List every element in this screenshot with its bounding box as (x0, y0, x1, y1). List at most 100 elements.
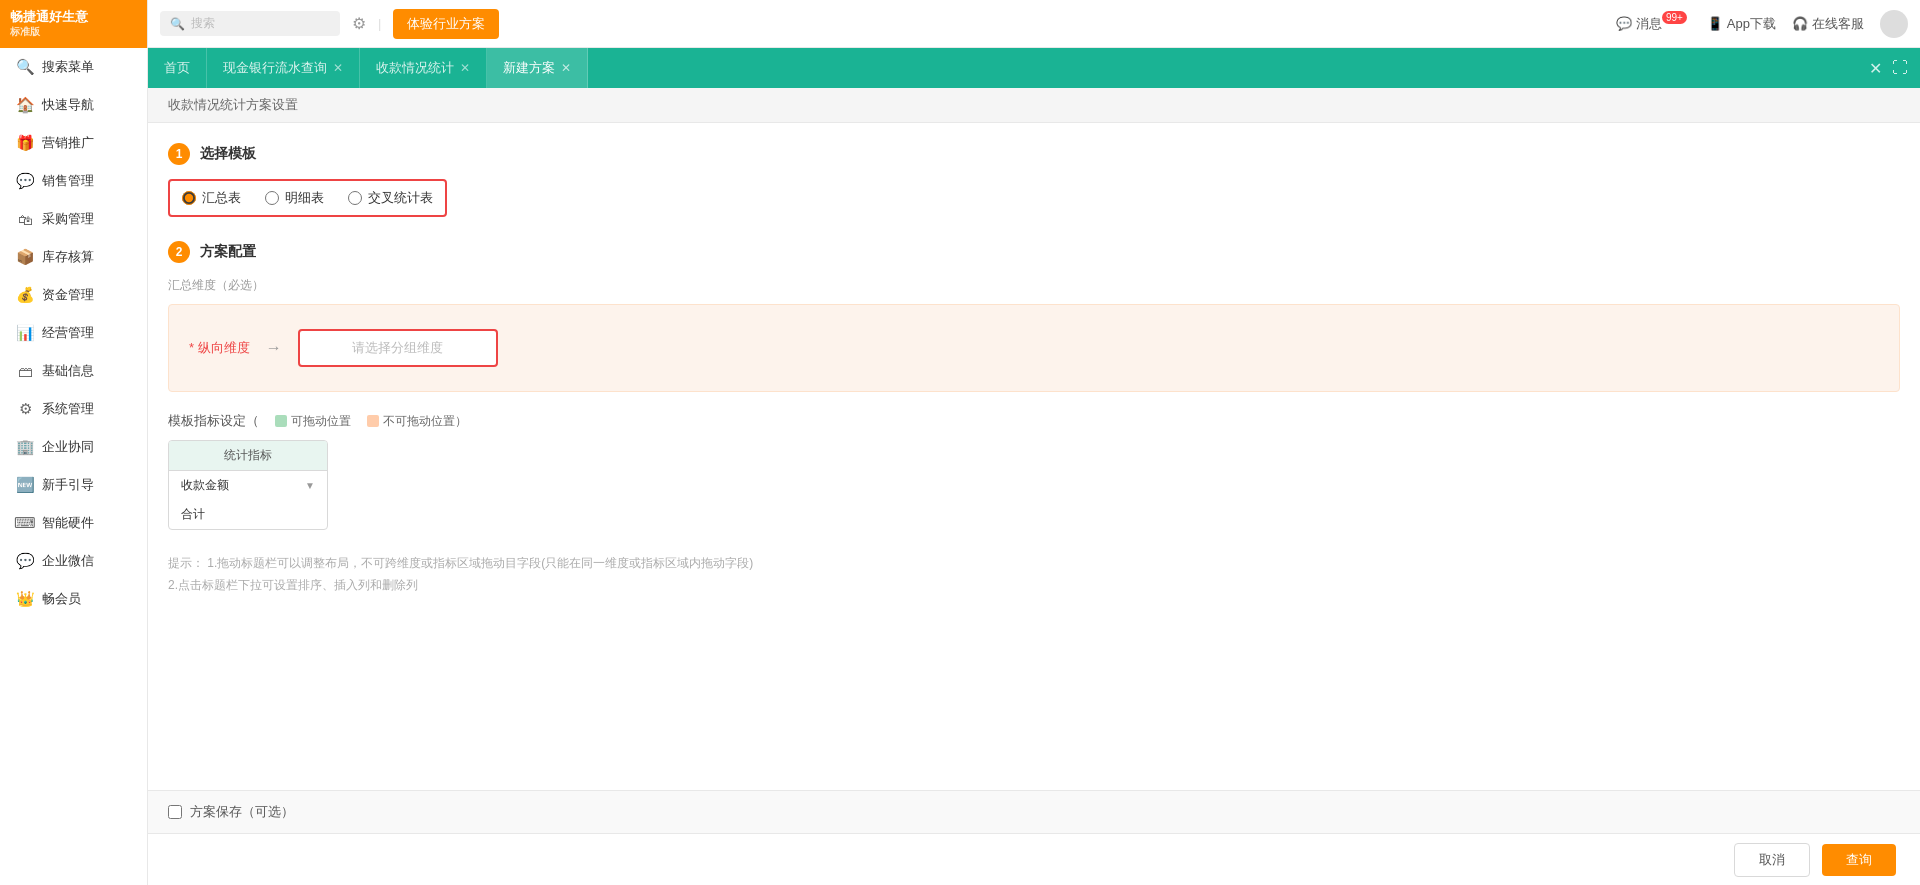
sidebar-item-hardware[interactable]: ⌨ 智能硬件 (0, 504, 147, 542)
dropdown-arrow-0[interactable]: ▼ (305, 480, 315, 491)
sidebar-item-enterprise[interactable]: 🏢 企业协同 (0, 428, 147, 466)
sidebar-item-sales[interactable]: 💬 销售管理 (0, 162, 147, 200)
dimension-placeholder[interactable]: 请选择分组维度 (298, 329, 498, 367)
settings-icon[interactable]: ⚙ (352, 14, 366, 33)
sidebar-item-guide[interactable]: 🆕 新手引导 (0, 466, 147, 504)
service-item[interactable]: 🎧 在线客服 (1792, 15, 1864, 33)
member-icon: 👑 (16, 590, 34, 608)
indicator-row-0[interactable]: 收款金额 ▼ (169, 471, 327, 500)
option-detail[interactable]: 明细表 (265, 189, 324, 207)
row-label: 纵向维度 (189, 339, 250, 357)
user-avatar[interactable] (1880, 10, 1908, 38)
marketing-icon: 🎁 (16, 134, 34, 152)
query-button[interactable]: 查询 (1822, 844, 1896, 876)
drag-dot (275, 415, 287, 427)
indicator-header: 模板指标设定（ 可拖动位置 不可拖动位置） (168, 412, 1900, 430)
message-label: 消息 (1636, 15, 1662, 33)
option-cross[interactable]: 交叉统计表 (348, 189, 433, 207)
main-area: 🔍 搜索 ⚙ | 体验行业方案 💬 消息 99+ 📱 App下载 🎧 在线客服 (148, 0, 1920, 885)
sidebar-item-label: 库存核算 (42, 248, 94, 266)
arrow-icon: → (266, 339, 282, 357)
sidebar-item-inventory[interactable]: 📦 库存核算 (0, 238, 147, 276)
logo-sub-text: 标准版 (10, 25, 88, 39)
maximize-icon[interactable]: ⛶ (1892, 59, 1908, 77)
indicator-row-1: 合计 (169, 500, 327, 529)
tabs-right-controls: ✕ ⛶ (1857, 48, 1920, 88)
sidebar-item-member[interactable]: 👑 畅会员 (0, 580, 147, 618)
step1-number: 1 (168, 143, 190, 165)
service-label: 在线客服 (1812, 15, 1864, 33)
sidebar-logo: 畅捷通好生意 标准版 (0, 0, 147, 48)
cancel-button[interactable]: 取消 (1734, 843, 1810, 877)
message-icon: 💬 (1616, 16, 1632, 31)
step2-title: 方案配置 (200, 243, 256, 261)
sidebar-item-label: 销售管理 (42, 172, 94, 190)
tips-section: 提示： 1.拖动标题栏可以调整布局，不可跨维度或指标区域拖动目字段(只能在同一维… (168, 553, 1900, 596)
tab-bank-flow[interactable]: 现金银行流水查询 ✕ (207, 48, 360, 88)
new-plan-tab-close[interactable]: ✕ (561, 61, 571, 75)
sidebar-item-search-menu[interactable]: 🔍 搜索菜单 (0, 48, 147, 86)
save-label[interactable]: 方案保存（可选） (190, 803, 294, 821)
tip-2: 2.点击标题栏下拉可设置排序、插入列和删除列 (168, 575, 1900, 597)
topbar-divider: | (378, 16, 381, 31)
sidebar-item-marketing[interactable]: 🎁 营销推广 (0, 124, 147, 162)
home-tab-label: 首页 (164, 59, 190, 77)
tab-home[interactable]: 首页 (148, 48, 207, 88)
logo-main-text: 畅捷通好生意 (10, 9, 88, 25)
bank-flow-tab-close[interactable]: ✕ (333, 61, 343, 75)
dimension-area: 纵向维度 → 请选择分组维度 (168, 304, 1900, 392)
dimension-config: 汇总维度（必选） 纵向维度 → 请选择分组维度 (168, 277, 1900, 392)
sales-icon: 💬 (16, 172, 34, 190)
drag-badge: 可拖动位置 (275, 413, 351, 430)
save-checkbox[interactable] (168, 805, 182, 819)
close-window-icon[interactable]: ✕ (1869, 59, 1882, 78)
hardware-icon: ⌨ (16, 514, 34, 532)
sidebar-item-label: 快速导航 (42, 96, 94, 114)
template-options: 汇总表 明细表 交叉统计表 (168, 179, 447, 217)
enterprise-icon: 🏢 (16, 438, 34, 456)
bottom-bar: 取消 查询 (148, 833, 1920, 885)
sidebar-item-purchase[interactable]: 🛍 采购管理 (0, 200, 147, 238)
topbar-search[interactable]: 🔍 搜索 (160, 11, 340, 36)
save-section: 方案保存（可选） (148, 790, 1920, 833)
sidebar-item-management[interactable]: 📊 经营管理 (0, 314, 147, 352)
radio-detail[interactable] (265, 191, 279, 205)
sidebar-item-label: 搜索菜单 (42, 58, 94, 76)
topbar: 🔍 搜索 ⚙ | 体验行业方案 💬 消息 99+ 📱 App下载 🎧 在线客服 (148, 0, 1920, 48)
sidebar-item-label: 智能硬件 (42, 514, 94, 532)
download-item[interactable]: 📱 App下载 (1707, 15, 1776, 33)
indicator-title: 模板指标设定（ (168, 412, 259, 430)
service-icon: 🎧 (1792, 16, 1808, 31)
radio-summary[interactable] (182, 191, 196, 205)
message-item[interactable]: 💬 消息 99+ (1616, 15, 1691, 33)
tab-receipt-stats[interactable]: 收款情况统计 ✕ (360, 48, 487, 88)
option-summary-label: 汇总表 (202, 189, 241, 207)
dimension-title-text: 汇总维度（必选） (168, 278, 264, 292)
drag-label: 可拖动位置 (291, 413, 351, 430)
sidebar-item-wechat[interactable]: 💬 企业微信 (0, 542, 147, 580)
finance-icon: 💰 (16, 286, 34, 304)
sidebar-item-system[interactable]: ⚙ 系统管理 (0, 390, 147, 428)
tip-2-text: 2.点击标题栏下拉可设置排序、插入列和删除列 (168, 575, 418, 597)
indicator-table-header: 统计指标 (169, 441, 327, 471)
trial-button[interactable]: 体验行业方案 (393, 9, 499, 39)
no-drag-label: 不可拖动位置） (383, 413, 467, 430)
step1-header: 1 选择模板 (168, 143, 1900, 165)
content-body: 1 选择模板 汇总表 明细表 交叉统计表 (148, 123, 1920, 790)
sidebar-item-quick-nav[interactable]: 🏠 快速导航 (0, 86, 147, 124)
tab-new-plan[interactable]: 新建方案 ✕ (487, 48, 588, 88)
sidebar: 畅捷通好生意 标准版 🔍 搜索菜单 🏠 快速导航 🎁 营销推广 💬 销售管理 🛍… (0, 0, 148, 885)
sidebar-item-label: 新手引导 (42, 476, 94, 494)
option-summary[interactable]: 汇总表 (182, 189, 241, 207)
step2-number: 2 (168, 241, 190, 263)
page-content: 收款情况统计方案设置 1 选择模板 汇总表 明细表 (148, 88, 1920, 833)
sidebar-item-basic-info[interactable]: 🗃 基础信息 (0, 352, 147, 390)
tip-1-text: 提示： 1.拖动标题栏可以调整布局，不可跨维度或指标区域拖动目字段(只能在同一维… (168, 553, 753, 575)
radio-cross[interactable] (348, 191, 362, 205)
sidebar-item-label: 资金管理 (42, 286, 94, 304)
receipt-stats-tab-close[interactable]: ✕ (460, 61, 470, 75)
option-cross-label: 交叉统计表 (368, 189, 433, 207)
receipt-stats-tab-label: 收款情况统计 (376, 59, 454, 77)
sidebar-item-finance[interactable]: 💰 资金管理 (0, 276, 147, 314)
wechat-icon: 💬 (16, 552, 34, 570)
